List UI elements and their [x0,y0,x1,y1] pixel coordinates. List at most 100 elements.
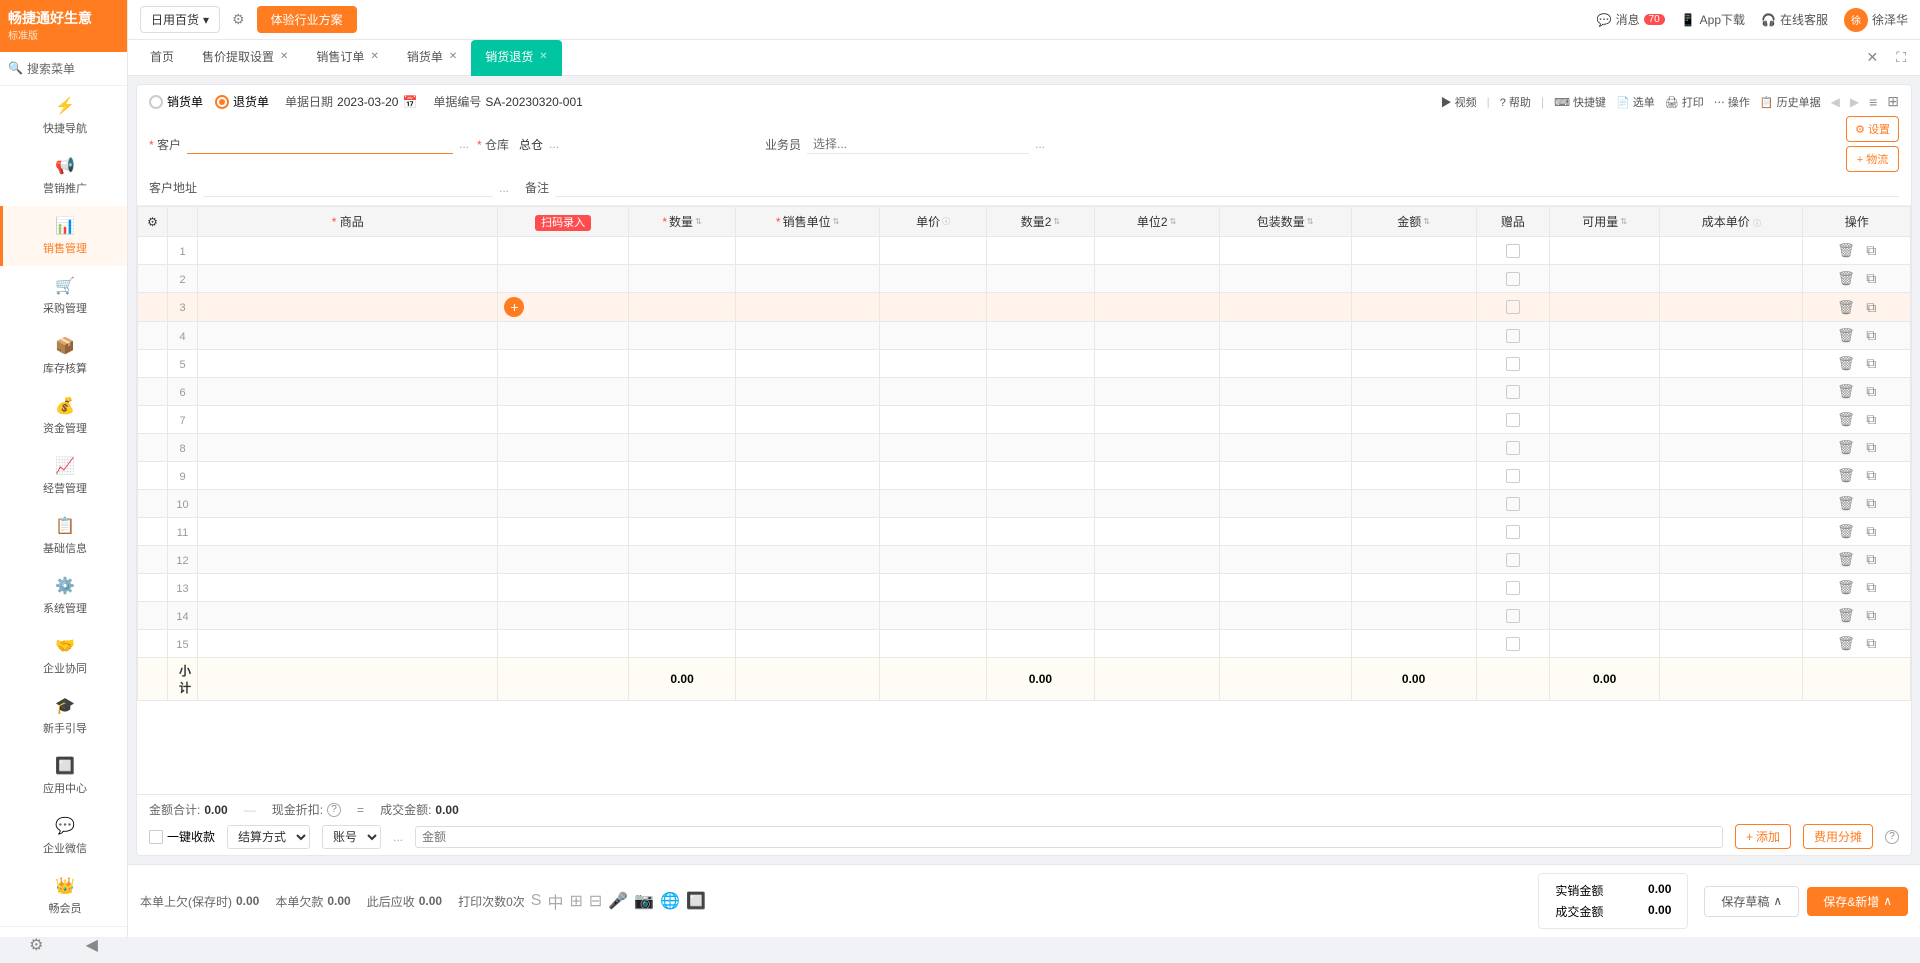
tab-sales-delivery-close[interactable]: ✕ [449,51,457,62]
copy-icon[interactable]: ⧉ [1862,381,1880,401]
price-info-icon[interactable]: ⓘ [942,216,950,227]
message-item[interactable]: 💬 消息 70 [1597,11,1665,28]
address-select-btn[interactable]: ... [499,181,509,195]
salesperson-input[interactable] [807,135,1029,154]
delete-icon[interactable]: 🗑 [1833,297,1859,317]
row-product[interactable] [198,518,498,546]
product-input[interactable] [204,300,491,314]
col-scan[interactable]: 扫码录入 [498,207,629,237]
row-product[interactable] [198,378,498,406]
tab-sales-return-close[interactable]: ✕ [539,51,547,62]
sidebar-item-operations[interactable]: 📈 经营管理 [0,446,127,506]
tabs-close-btn[interactable]: ✕ [1860,47,1884,68]
calendar-icon[interactable]: 📅 [402,95,417,109]
tab-price-settings[interactable]: 售价提取设置 ✕ [188,40,302,76]
costprice-info-icon[interactable]: ⓘ [1753,219,1761,228]
unit2-sort-icon[interactable]: ⇅ [1170,217,1177,226]
save-draft-btn[interactable]: 保存草稿 ∧ [1704,886,1799,917]
col-gear[interactable]: ⚙ [138,207,168,237]
copy-icon[interactable]: ⧉ [1862,521,1880,541]
action-select[interactable]: 📄 选单 [1616,94,1655,110]
qty-sort-icon[interactable]: ⇅ [695,217,702,226]
action-shortcut[interactable]: ⌨ 快捷键 [1554,94,1606,110]
tab-sales-return[interactable]: 销货退货 ✕ [471,40,561,76]
row-product[interactable] [198,265,498,293]
delete-icon[interactable]: 🗑 [1833,465,1859,485]
gift-checkbox[interactable] [1506,441,1520,455]
delete-icon[interactable]: 🗑 [1833,409,1859,429]
row-product[interactable] [198,490,498,518]
delete-icon[interactable]: 🗑 [1833,605,1859,625]
action-operations[interactable]: ⋯ 操作 [1714,94,1750,110]
tab-price-settings-close[interactable]: ✕ [280,51,288,62]
action-help[interactable]: ? 帮助 [1500,94,1531,110]
gift-checkbox[interactable] [1506,469,1520,483]
delete-icon[interactable]: 🗑 [1833,437,1859,457]
gift-checkbox[interactable] [1506,553,1520,567]
qty2-sort-icon[interactable]: ⇅ [1053,217,1060,226]
copy-icon[interactable]: ⧉ [1862,549,1880,569]
list-view-icon[interactable]: ≡ [1869,94,1877,110]
customer-select-btn[interactable]: ... [459,137,469,151]
row-product[interactable] [198,406,498,434]
sidebar-item-finance[interactable]: 💰 资金管理 [0,386,127,446]
copy-icon[interactable]: ⧉ [1862,465,1880,485]
gift-checkbox[interactable] [1506,581,1520,595]
gift-checkbox[interactable] [1506,497,1520,511]
copy-icon[interactable]: ⧉ [1862,605,1880,625]
gift-checkbox[interactable] [1506,609,1520,623]
settle-method-select[interactable]: 结算方式 [227,825,310,849]
delete-icon[interactable]: 🗑 [1833,521,1859,541]
row-product[interactable] [198,546,498,574]
row-product[interactable] [198,602,498,630]
amount-input[interactable] [415,826,1723,848]
salesunit-sort-icon[interactable]: ⇅ [833,217,840,226]
packqty-sort-icon[interactable]: ⇅ [1307,217,1314,226]
sidebar-search[interactable]: 🔍 搜索菜单 [0,52,127,86]
delete-icon[interactable]: 🗑 [1833,633,1859,653]
customer-input[interactable] [187,135,453,154]
delete-icon[interactable]: 🗑 [1833,240,1859,260]
delete-icon[interactable]: 🗑 [1833,268,1859,288]
gift-checkbox[interactable] [1506,329,1520,343]
sidebar-item-guide[interactable]: 🎓 新手引导 [0,686,127,746]
gift-checkbox[interactable] [1506,385,1520,399]
sidebar-item-marketing[interactable]: 📢 营销推广 [0,146,127,206]
sidebar-item-shortcut[interactable]: ⚡ 快捷导航 [0,86,127,146]
sidebar-item-apps[interactable]: 🔲 应用中心 [0,746,127,806]
copy-icon[interactable]: ⧉ [1862,409,1880,429]
sidebar-item-basic[interactable]: 📋 基础信息 [0,506,127,566]
app-download-item[interactable]: 📱 App下载 [1681,11,1745,28]
tab-sales-order-close[interactable]: ✕ [370,51,378,62]
topbar-gear-icon[interactable]: ⚙ [228,7,249,32]
sidebar-collapse-btn[interactable]: ◀ [86,935,98,955]
copy-icon[interactable]: ⧉ [1862,353,1880,373]
add-payment-btn[interactable]: + 添加 [1735,824,1791,849]
copy-icon[interactable]: ⧉ [1862,493,1880,513]
expense-help-icon[interactable]: ? [1885,830,1899,844]
delete-icon[interactable]: 🗑 [1833,325,1859,345]
row-product[interactable] [198,322,498,350]
experience-btn[interactable]: 体验行业方案 [257,6,357,33]
row-product[interactable] [198,574,498,602]
delete-icon[interactable]: 🗑 [1833,381,1859,401]
payment-checkbox[interactable]: 一键收款 [149,828,215,845]
online-service-item[interactable]: 🎧 在线客服 [1761,11,1828,28]
gift-checkbox[interactable] [1506,272,1520,286]
sidebar-item-system[interactable]: ⚙️ 系统管理 [0,566,127,626]
sidebar-item-purchase[interactable]: 🛒 采购管理 [0,266,127,326]
action-history[interactable]: 📋 历史单据 [1760,94,1821,110]
sidebar-item-sales[interactable]: 📊 销售管理 [0,206,127,266]
copy-icon[interactable]: ⧉ [1862,437,1880,457]
gift-checkbox[interactable] [1506,244,1520,258]
settings-side-btn[interactable]: ⚙ 设置 [1846,116,1899,142]
account-dots[interactable]: ... [393,830,403,844]
row-product[interactable] [198,293,498,322]
delete-icon[interactable]: 🗑 [1833,577,1859,597]
warehouse-select-btn[interactable]: ... [549,137,559,151]
delete-icon[interactable]: 🗑 [1833,549,1859,569]
scan-btn[interactable]: 扫码录入 [535,215,591,231]
copy-icon[interactable]: ⧉ [1862,240,1880,260]
copy-icon[interactable]: ⧉ [1862,633,1880,653]
copy-icon[interactable]: ⧉ [1862,325,1880,345]
